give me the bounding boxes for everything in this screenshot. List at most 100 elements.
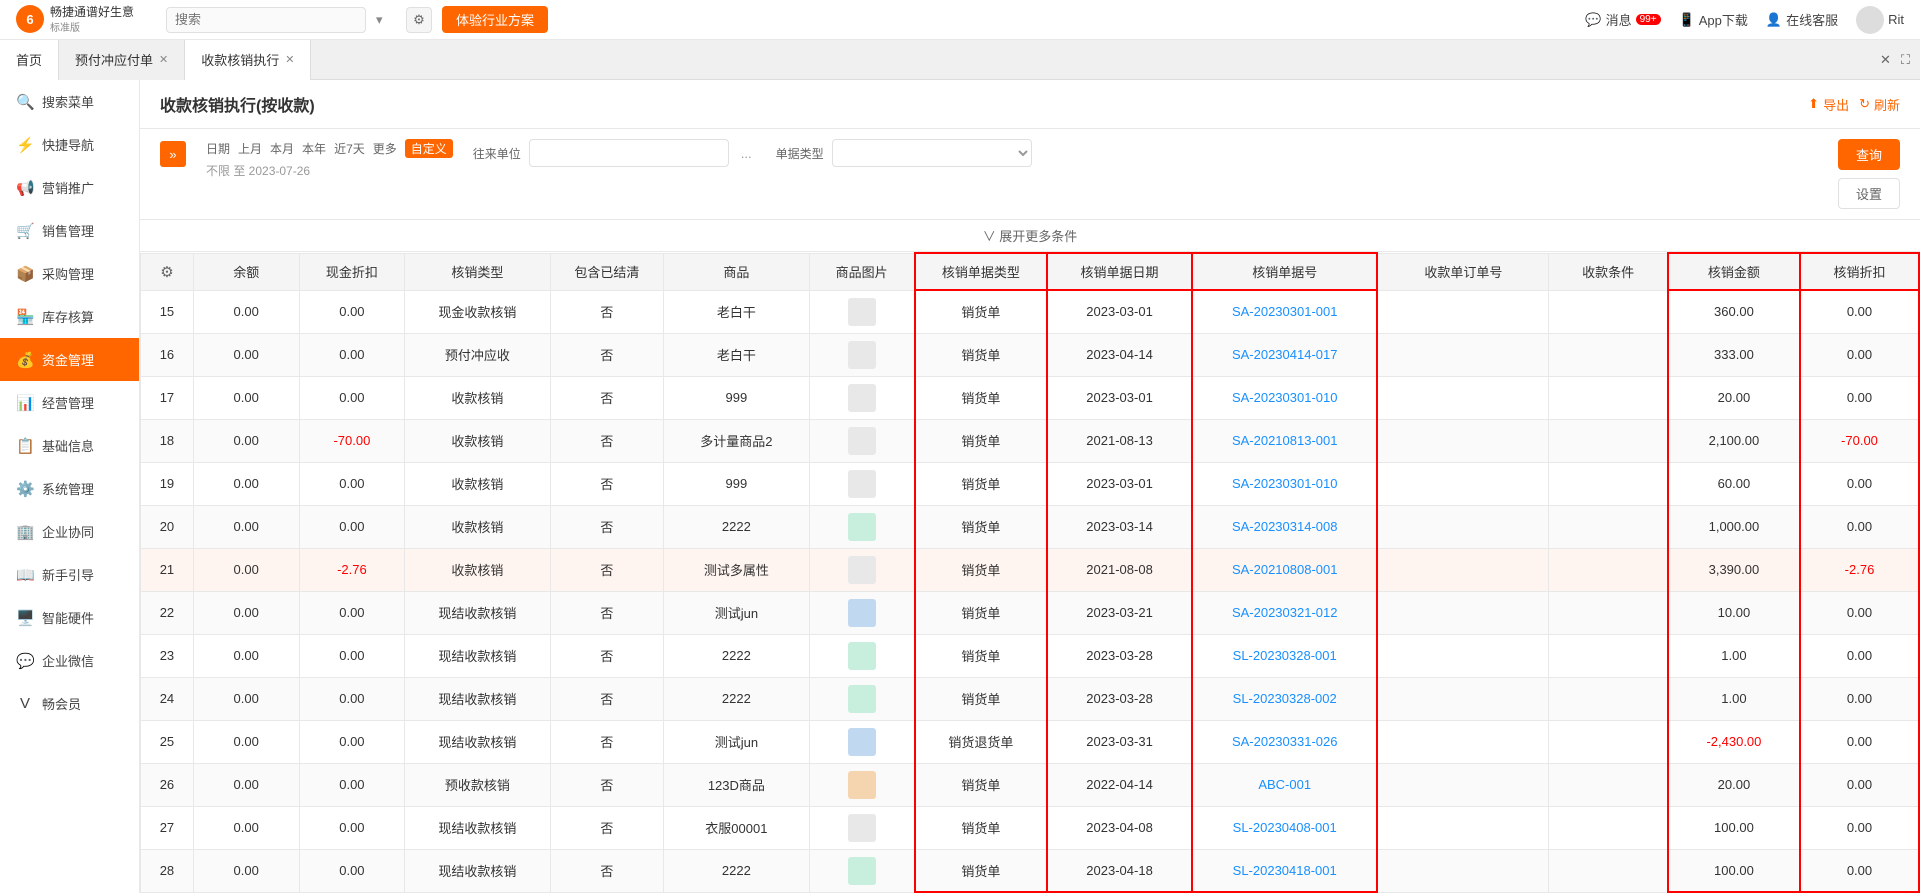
tab-prepay-close[interactable]: ✕ xyxy=(159,53,168,66)
doc-no-link[interactable]: SA-20230414-017 xyxy=(1232,347,1338,362)
doc-no-link[interactable]: SL-20230418-001 xyxy=(1233,863,1337,878)
cell-goods: 老白干 xyxy=(664,333,809,376)
tab-home[interactable]: 首页 xyxy=(0,40,59,80)
cell-goods-image xyxy=(809,290,915,333)
doc-no-link[interactable]: SA-20230321-012 xyxy=(1232,605,1338,620)
more-conditions-toggle[interactable]: ∨ 展开更多条件 xyxy=(140,220,1920,252)
cell-goods: 2222 xyxy=(664,634,809,677)
sidebar-item-system[interactable]: ⚙️系统管理 xyxy=(0,467,139,510)
gear-icon[interactable]: ⚙ xyxy=(406,7,432,33)
cell-receipt-condition xyxy=(1549,290,1668,333)
cell-goods: 2222 xyxy=(664,677,809,720)
cell-cash-discount: 0.00 xyxy=(299,720,405,763)
query-button[interactable]: 查询 xyxy=(1838,139,1900,170)
solution-button[interactable]: 体验行业方案 xyxy=(442,6,548,33)
date-range: 不限 至 2023-07-26 xyxy=(206,162,453,179)
system-icon: ⚙️ xyxy=(16,480,34,498)
cell-include-cleared: 否 xyxy=(550,763,664,806)
cell-writeoff-doc-no: SA-20230301-010 xyxy=(1192,376,1377,419)
close-window-icon[interactable]: ✕ xyxy=(1880,52,1891,68)
doc-no-link[interactable]: SA-20210813-001 xyxy=(1232,433,1338,448)
cell-include-cleared: 否 xyxy=(550,548,664,591)
col-writeoff-doc-type: 核销单据类型 xyxy=(915,253,1047,290)
cell-receipt-condition xyxy=(1549,634,1668,677)
doc-no-link[interactable]: SA-20230314-008 xyxy=(1232,519,1338,534)
table-row: 19 0.00 0.00 收款核销 否 999 销货单 2023-03-01 S… xyxy=(141,462,1920,505)
user-area[interactable]: Rit xyxy=(1856,6,1904,34)
doc-type-select[interactable] xyxy=(832,139,1032,167)
sidebar-item-marketing[interactable]: 📢营销推广 xyxy=(0,166,139,209)
tab-collection-close[interactable]: ✕ xyxy=(285,53,294,66)
cell-goods-image xyxy=(809,763,915,806)
cell-writeoff-amount: 1.00 xyxy=(1668,677,1800,720)
sidebar-label-guide: 新手引导 xyxy=(42,565,94,584)
cell-row-no: 26 xyxy=(141,763,194,806)
search-input[interactable] xyxy=(166,7,366,33)
cell-receipt-order-no xyxy=(1377,849,1549,892)
logo-area: 6 畅捷通谱好生意 标准版 xyxy=(16,5,156,34)
cell-writeoff-discount: -2.76 xyxy=(1800,548,1919,591)
expand-filter-button[interactable]: » xyxy=(160,141,186,167)
expand-icon[interactable]: ⛶ xyxy=(1901,52,1910,68)
cell-writeoff-amount: 2,100.00 xyxy=(1668,419,1800,462)
cell-goods-image xyxy=(809,505,915,548)
doc-no-link[interactable]: SA-20230301-010 xyxy=(1232,390,1338,405)
cell-include-cleared: 否 xyxy=(550,806,664,849)
sidebar-item-purchase[interactable]: 📦采购管理 xyxy=(0,252,139,295)
sidebar-item-inventory[interactable]: 🏪库存核算 xyxy=(0,295,139,338)
sidebar-item-sales[interactable]: 🛒销售管理 xyxy=(0,209,139,252)
sidebar-item-operation[interactable]: 📊经营管理 xyxy=(0,381,139,424)
doc-no-link[interactable]: SA-20230331-026 xyxy=(1232,734,1338,749)
sidebar-label-operation: 经营管理 xyxy=(42,393,94,412)
cell-balance: 0.00 xyxy=(193,333,299,376)
cell-cash-discount: 0.00 xyxy=(299,376,405,419)
cell-writeoff-doc-date: 2023-03-01 xyxy=(1047,462,1192,505)
main-content: 收款核销执行(按收款) ⬆ 导出 ↻ 刷新 » 日期 上月 xyxy=(140,80,1920,893)
date-this-month[interactable]: 本月 xyxy=(270,140,294,157)
date-this-year[interactable]: 本年 xyxy=(302,140,326,157)
date-more[interactable]: 更多 xyxy=(373,140,397,157)
cell-balance: 0.00 xyxy=(193,849,299,892)
doc-no-link[interactable]: SA-20230301-001 xyxy=(1232,304,1338,319)
sidebar-item-hardware[interactable]: 🖥️智能硬件 xyxy=(0,596,139,639)
partner-input[interactable] xyxy=(529,139,729,167)
app-download-item[interactable]: 📱 App下载 xyxy=(1679,10,1748,29)
more-conditions-label: ∨ 展开更多条件 xyxy=(983,229,1078,244)
online-service-item[interactable]: 👤 在线客服 xyxy=(1766,10,1838,29)
export-button[interactable]: ⬆ 导出 xyxy=(1808,95,1849,114)
doc-no-link[interactable]: SL-20230328-001 xyxy=(1233,648,1337,663)
sidebar-item-enterprise[interactable]: 🏢企业协同 xyxy=(0,510,139,553)
settings-button[interactable]: 设置 xyxy=(1838,178,1900,209)
tab-collection[interactable]: 收款核销执行 ✕ xyxy=(185,40,311,80)
tab-prepay[interactable]: 预付冲应付单 ✕ xyxy=(59,40,185,80)
doc-no-link[interactable]: SA-20230301-010 xyxy=(1232,476,1338,491)
date-custom[interactable]: 自定义 xyxy=(405,139,453,158)
messages-icon-item[interactable]: 💬 消息 99+ xyxy=(1585,10,1660,29)
doc-no-link[interactable]: SL-20230408-001 xyxy=(1233,820,1337,835)
sidebar-item-search[interactable]: 🔍搜索菜单 xyxy=(0,80,139,123)
doc-no-link[interactable]: SA-20210808-001 xyxy=(1232,562,1338,577)
cell-receipt-order-no xyxy=(1377,419,1549,462)
sidebar-item-quicknav[interactable]: ⚡快捷导航 xyxy=(0,123,139,166)
table-row: 27 0.00 0.00 现结收款核销 否 衣服00001 销货单 2023-0… xyxy=(141,806,1920,849)
avatar xyxy=(1856,6,1884,34)
sidebar-item-basic[interactable]: 📋基础信息 xyxy=(0,424,139,467)
cell-writeoff-amount: 20.00 xyxy=(1668,376,1800,419)
partner-ellipsis[interactable]: ... xyxy=(737,146,756,161)
sidebar-item-member[interactable]: V畅会员 xyxy=(0,682,139,725)
sidebar-item-wechat[interactable]: 💬企业微信 xyxy=(0,639,139,682)
sidebar-item-finance[interactable]: 💰资金管理 xyxy=(0,338,139,381)
doc-no-link[interactable]: SL-20230328-002 xyxy=(1233,691,1337,706)
table-row: 20 0.00 0.00 收款核销 否 2222 销货单 2023-03-14 … xyxy=(141,505,1920,548)
col-goods-image: 商品图片 xyxy=(809,253,915,290)
table-settings-icon[interactable]: ⚙ xyxy=(160,264,173,281)
cell-writeoff-doc-date: 2022-04-14 xyxy=(1047,763,1192,806)
cell-cash-discount: 0.00 xyxy=(299,333,405,376)
date-last-month[interactable]: 上月 xyxy=(238,140,262,157)
refresh-button[interactable]: ↻ 刷新 xyxy=(1859,95,1900,114)
date-7days[interactable]: 近7天 xyxy=(334,140,365,157)
sidebar-item-guide[interactable]: 📖新手引导 xyxy=(0,553,139,596)
dropdown-icon[interactable]: ▾ xyxy=(376,10,396,30)
doc-no-link[interactable]: ABC-001 xyxy=(1258,777,1311,792)
marketing-icon: 📢 xyxy=(16,179,34,197)
